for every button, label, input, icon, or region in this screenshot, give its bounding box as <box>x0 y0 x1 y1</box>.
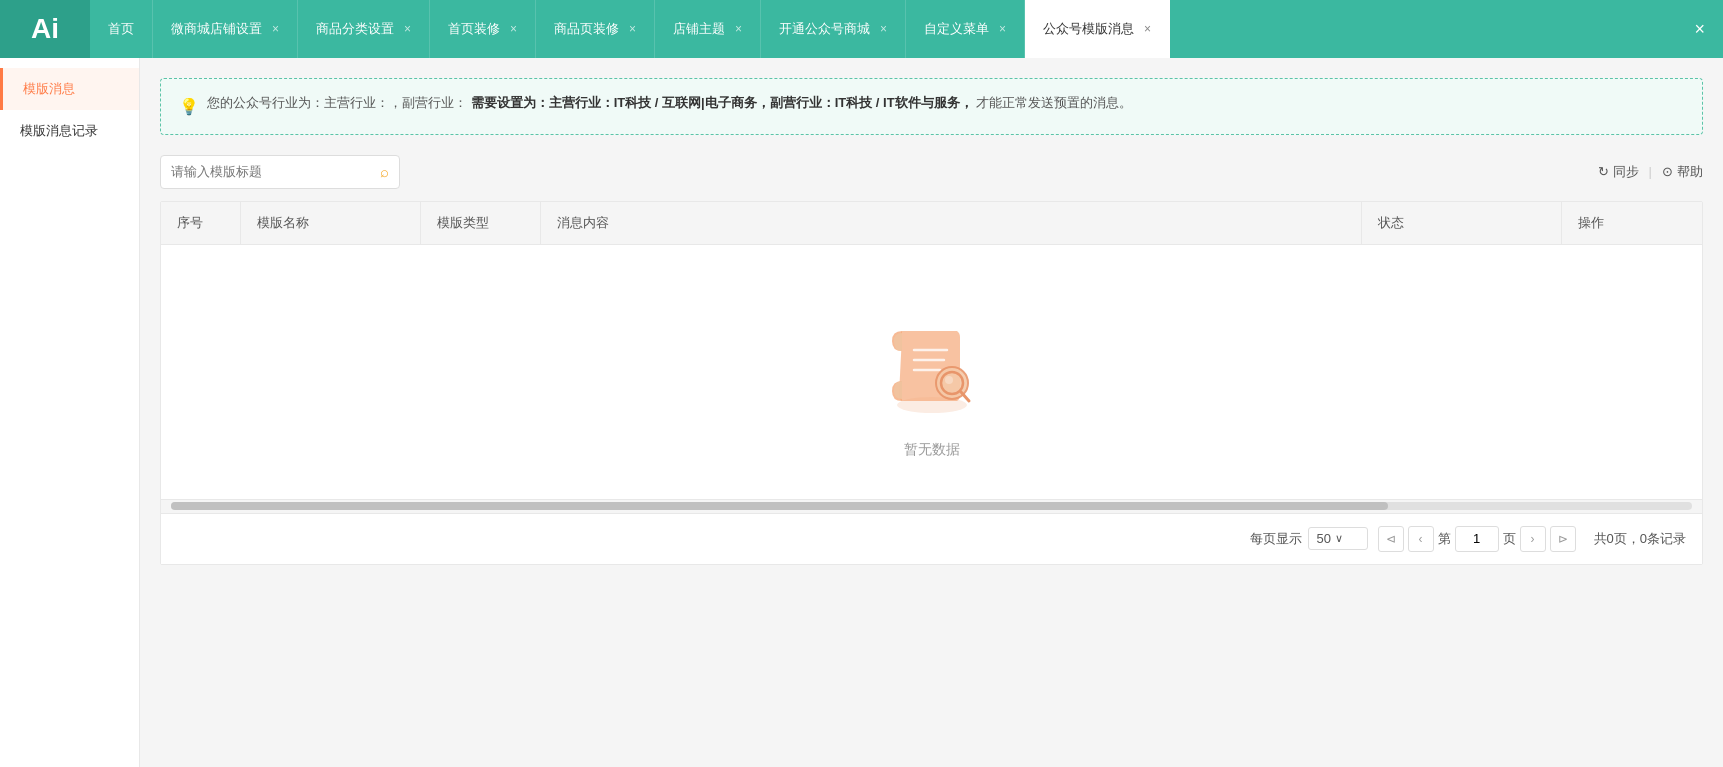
per-page-label: 每页显示 <box>1250 530 1302 548</box>
dropdown-arrow-icon: ∨ <box>1335 532 1343 545</box>
nav-tab-label-6: 开通公众号商城 <box>779 20 870 38</box>
nav-tab-5[interactable]: 店铺主题 × <box>655 0 761 58</box>
page-label: 第 <box>1438 530 1451 548</box>
nav-tab-6[interactable]: 开通公众号商城 × <box>761 0 906 58</box>
table-column-header-4: 状态 <box>1362 202 1562 244</box>
page-unit: 页 <box>1503 530 1516 548</box>
next-page-button[interactable]: › <box>1520 526 1546 552</box>
table-column-header-5: 操作 <box>1562 202 1702 244</box>
nav-tab-label-5: 店铺主题 <box>673 20 725 38</box>
main-content: 💡 您的公众号行业为：主营行业：，副营行业： 需要设置为：主营行业：IT科技 /… <box>140 58 1723 767</box>
nav-tab-label-2: 商品分类设置 <box>316 20 394 38</box>
page-number-input[interactable] <box>1455 526 1499 552</box>
nav-tab-8[interactable]: 公众号模版消息 × <box>1025 0 1170 58</box>
table-header: 序号模版名称模版类型消息内容状态操作 <box>161 202 1702 245</box>
empty-text: 暂无数据 <box>904 441 960 459</box>
nav-tab-label-1: 微商城店铺设置 <box>171 20 262 38</box>
help-icon: ⊙ <box>1662 164 1673 179</box>
per-page-dropdown[interactable]: 50 ∨ <box>1308 527 1368 550</box>
nav-tab-1[interactable]: 微商城店铺设置 × <box>153 0 298 58</box>
nav-tab-2[interactable]: 商品分类设置 × <box>298 0 430 58</box>
nav-tab-close-6[interactable]: × <box>880 22 887 36</box>
page-layout: 模版消息模版消息记录 💡 您的公众号行业为：主营行业：，副营行业： 需要设置为：… <box>0 58 1723 767</box>
prev-page-button[interactable]: ‹ <box>1408 526 1434 552</box>
scroll-thumb[interactable] <box>171 502 1388 510</box>
table-column-header-2: 模版类型 <box>421 202 541 244</box>
brand-logo: Ai <box>0 0 90 58</box>
nav-tab-3[interactable]: 首页装修 × <box>430 0 536 58</box>
horizontal-scrollbar[interactable] <box>161 499 1702 513</box>
nav-tab-close-2[interactable]: × <box>404 22 411 36</box>
nav-tab-label-0: 首页 <box>108 20 134 38</box>
nav-tab-close-3[interactable]: × <box>510 22 517 36</box>
nav-tab-label-8: 公众号模版消息 <box>1043 20 1134 38</box>
nav-tab-close-1[interactable]: × <box>272 22 279 36</box>
pagination: 每页显示 50 ∨ ⊲ ‹ 第 页 › ⊳ 共0页，0条记录 <box>161 513 1702 564</box>
toolbar-divider: | <box>1649 164 1652 179</box>
notice-box: 💡 您的公众号行业为：主营行业：，副营行业： 需要设置为：主营行业：IT科技 /… <box>160 78 1703 135</box>
help-button[interactable]: ⊙ 帮助 <box>1662 163 1703 181</box>
first-page-button[interactable]: ⊲ <box>1378 526 1404 552</box>
search-bar: ⌕ ↻ 同步 | ⊙ 帮助 <box>160 155 1703 189</box>
nav-tab-close-7[interactable]: × <box>999 22 1006 36</box>
search-input[interactable] <box>171 164 380 179</box>
sidebar-item-1[interactable]: 模版消息记录 <box>0 110 139 152</box>
nav-tab-label-7: 自定义菜单 <box>924 20 989 38</box>
page-size-select: 每页显示 50 ∨ <box>1250 527 1368 550</box>
sync-button[interactable]: ↻ 同步 <box>1598 163 1639 181</box>
nav-tab-label-3: 首页装修 <box>448 20 500 38</box>
nav-tab-close-5[interactable]: × <box>735 22 742 36</box>
nav-tab-label-4: 商品页装修 <box>554 20 619 38</box>
nav-tab-4[interactable]: 商品页装修 × <box>536 0 655 58</box>
toolbar-right: ↻ 同步 | ⊙ 帮助 <box>1598 163 1703 181</box>
nav-tab-0[interactable]: 首页 <box>90 0 153 58</box>
table-column-header-1: 模版名称 <box>241 202 421 244</box>
top-navbar: Ai 首页微商城店铺设置×商品分类设置×首页装修×商品页装修×店铺主题×开通公众… <box>0 0 1723 58</box>
notice-icon: 💡 <box>179 94 199 120</box>
nav-tab-7[interactable]: 自定义菜单 × <box>906 0 1025 58</box>
close-all-tabs-button[interactable]: × <box>1676 0 1723 58</box>
empty-illustration <box>872 305 992 425</box>
search-input-wrap[interactable]: ⌕ <box>160 155 400 189</box>
nav-tabs-container: 首页微商城店铺设置×商品分类设置×首页装修×商品页装修×店铺主题×开通公众号商城… <box>90 0 1676 58</box>
last-page-button[interactable]: ⊳ <box>1550 526 1576 552</box>
empty-state: 暂无数据 <box>161 245 1702 499</box>
scroll-track <box>171 502 1692 510</box>
svg-point-7 <box>945 376 953 384</box>
notice-text: 您的公众号行业为：主营行业：，副营行业： 需要设置为：主营行业：IT科技 / 互… <box>207 93 1132 114</box>
sidebar: 模版消息模版消息记录 <box>0 58 140 767</box>
sync-icon: ↻ <box>1598 164 1609 179</box>
search-icon[interactable]: ⌕ <box>380 163 389 180</box>
page-navigation: ⊲ ‹ 第 页 › ⊳ <box>1378 526 1576 552</box>
table-column-header-3: 消息内容 <box>541 202 1362 244</box>
sidebar-item-0[interactable]: 模版消息 <box>0 68 139 110</box>
page-total: 共0页，0条记录 <box>1594 530 1686 548</box>
table-column-header-0: 序号 <box>161 202 241 244</box>
nav-tab-close-4[interactable]: × <box>629 22 636 36</box>
data-table: 序号模版名称模版类型消息内容状态操作 <box>160 201 1703 565</box>
nav-tab-close-8[interactable]: × <box>1144 22 1151 36</box>
